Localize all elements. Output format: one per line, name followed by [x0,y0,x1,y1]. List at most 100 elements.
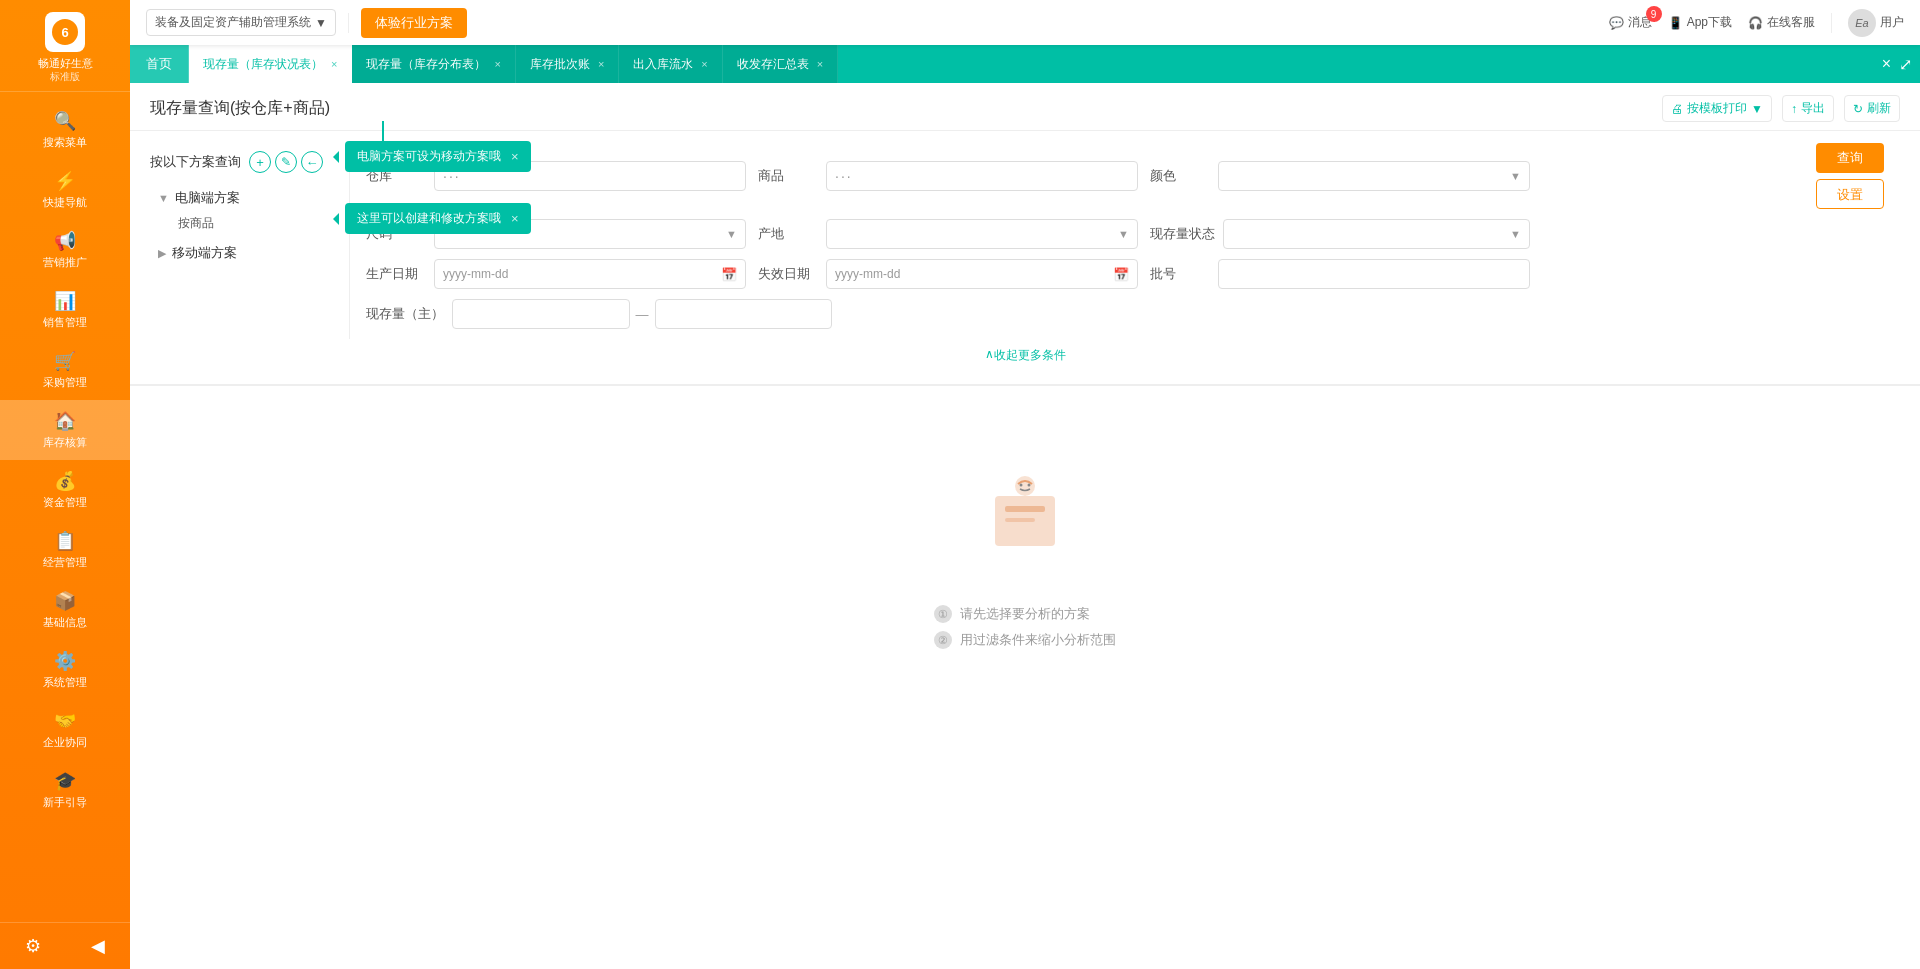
header-left: 装备及固定资产辅助管理系统 ▼ 体验行业方案 [146,8,467,38]
settings-icon[interactable]: ⚙ [25,935,41,957]
expiry-date-placeholder: yyyy-mm-dd [835,267,900,281]
app-download-button[interactable]: 📱 App下载 [1668,14,1732,31]
sidebar-menu: 🔍 搜索菜单 ⚡ 快捷导航 📢 营销推广 📊 销售管理 🛒 采购管理 🏠 库存核… [0,92,130,922]
printer-icon: 🖨 [1671,102,1683,116]
tab-home[interactable]: 首页 [130,45,189,83]
sidebar-item-guide[interactable]: 🎓 新手引导 [0,760,130,820]
expiry-date-input[interactable]: yyyy-mm-dd 📅 [826,259,1138,289]
goods-dots: ··· [835,168,853,184]
scheme-group-desktop-header[interactable]: ▼ 电脑端方案 [150,185,349,211]
goods-input[interactable]: ··· [826,161,1138,191]
svg-point-6 [1020,484,1023,487]
color-select[interactable]: ▼ [1218,161,1530,191]
tab-inventory-status[interactable]: 现存量（库存状况表） × [189,45,352,83]
online-service-button[interactable]: 🎧 在线客服 [1748,14,1815,31]
color-label: 颜色 [1150,167,1210,185]
sidebar-item-sales[interactable]: 📊 销售管理 [0,280,130,340]
production-date-input[interactable]: yyyy-mm-dd 📅 [434,259,746,289]
message-icon: 💬 [1609,16,1624,30]
popover-desktop-close[interactable]: × [511,149,519,164]
user-area[interactable]: Ea 用户 [1848,9,1904,37]
vertical-line [382,121,384,141]
sidebar-item-purchase[interactable]: 🛒 采购管理 [0,340,130,400]
operations-icon: 📋 [54,530,76,552]
export-button[interactable]: ↑ 导出 [1782,95,1834,122]
sidebar-item-enterprise[interactable]: 🤝 企业协同 [0,700,130,760]
filter-row-1: 仓库 ··· 商品 ··· 颜色 [366,143,1884,209]
reset-button[interactable]: 设置 [1816,179,1884,209]
current-inventory-field: 现存量（主） — [366,299,866,329]
tab-close-all-icon[interactable]: × [1882,55,1891,73]
inventory-range-from[interactable] [452,299,630,329]
inventory-range-to[interactable] [655,299,833,329]
system-name-dropdown[interactable]: 装备及固定资产辅助管理系统 ▼ [146,9,336,36]
svg-point-5 [1015,476,1035,496]
goods-label: 商品 [758,167,818,185]
add-scheme-button[interactable]: + [249,151,271,173]
scheme-group-mobile-header[interactable]: ▶ 移动端方案 [150,240,349,266]
trial-button[interactable]: 体验行业方案 [361,8,467,38]
sidebar-item-operations[interactable]: 📋 经营管理 [0,520,130,580]
popover-create-close[interactable]: × [511,211,519,226]
sidebar-logo: 6 畅通好生意 标准版 [0,0,130,92]
divider [348,13,349,33]
origin-select[interactable]: ▼ [826,219,1138,249]
sidebar-item-system[interactable]: ⚙️ 系统管理 [0,640,130,700]
sidebar: 6 畅通好生意 标准版 🔍 搜索菜单 ⚡ 快捷导航 📢 营销推广 📊 销售管理 … [0,0,130,969]
tab-batch-account[interactable]: 库存批次账 × [516,45,619,83]
collapse-bar[interactable]: ∧ 收起更多条件 [150,339,1900,372]
tab-close-recv-send-summary[interactable]: × [817,58,823,70]
headset-icon: 🎧 [1748,16,1763,30]
tab-inventory-dist[interactable]: 现存量（库存分布表） × [352,45,515,83]
tab-close-inventory-dist[interactable]: × [494,58,500,70]
filter-header: 按以下方案查询 + ✎ ← [150,151,349,173]
empty-step-2: ② 用过滤条件来缩小分析范围 [934,631,1116,649]
inventory-status-select[interactable]: ▼ [1223,219,1530,249]
collapse-sidebar-icon[interactable]: ◀ [91,935,105,957]
tab-close-batch-account[interactable]: × [598,58,604,70]
query-button[interactable]: 查询 [1816,143,1884,173]
sidebar-item-basic[interactable]: 📦 基础信息 [0,580,130,640]
scheme-group-mobile-label: 移动端方案 [172,244,237,262]
page-title: 现存量查询(按仓库+商品) [150,98,330,119]
sidebar-item-inventory[interactable]: 🏠 库存核算 [0,400,130,460]
svg-rect-4 [1005,518,1035,522]
chevron-right-icon: ▶ [158,247,166,260]
dot-indicator-line [378,121,388,151]
dropdown-arrow-icon: ▼ [315,16,327,30]
empty-illustration [975,466,1075,585]
edit-scheme-button[interactable]: ✎ [275,151,297,173]
sidebar-bottom: ⚙ ◀ [0,922,130,969]
refresh-button[interactable]: ↻ 刷新 [1844,95,1900,122]
batch-no-field: 批号 [1150,259,1530,289]
back-arrow-button[interactable]: ← [301,151,323,173]
print-arrow-icon: ▼ [1751,102,1763,116]
sidebar-item-finance[interactable]: 💰 资金管理 [0,460,130,520]
message-button[interactable]: 💬 9 消息 [1609,14,1652,31]
print-template-button[interactable]: 🖨 按模板打印 ▼ [1662,95,1772,122]
tab-recv-send-summary[interactable]: 收发存汇总表 × [723,45,838,83]
step-1-text: 请先选择要分析的方案 [960,605,1090,623]
goods-field: 商品 ··· [758,161,1138,191]
step-1-num: ① [934,605,952,623]
scheme-panel: 按以下方案查询 + ✎ ← ▼ 电脑端方案 [150,143,350,339]
divider2 [1831,13,1832,33]
finance-icon: 💰 [54,470,76,492]
sidebar-item-search[interactable]: 🔍 搜索菜单 [0,100,130,160]
sidebar-item-quicknav[interactable]: ⚡ 快捷导航 [0,160,130,220]
svg-point-7 [1028,484,1031,487]
inventory-icon: 🏠 [54,410,76,432]
tab-in-out-flow[interactable]: 出入库流水 × [619,45,722,83]
tab-expand-icon[interactable]: ⤢ [1899,55,1912,74]
step-2-num: ② [934,631,952,649]
filter-layout: 按以下方案查询 + ✎ ← ▼ 电脑端方案 [150,143,1900,339]
scheme-item-goods[interactable]: 按商品 [150,211,349,236]
chevron-down-icon: ▼ [158,192,169,204]
batch-no-input[interactable] [1218,259,1530,289]
tab-close-inventory-status[interactable]: × [331,58,337,70]
tab-bar-right: × ⤢ [1882,55,1920,74]
sidebar-item-marketing[interactable]: 📢 营销推广 [0,220,130,280]
header-right: 💬 9 消息 📱 App下载 🎧 在线客服 Ea 用户 [1609,9,1904,37]
tab-close-in-out-flow[interactable]: × [701,58,707,70]
scheme-item-goods-label: 按商品 [178,215,214,232]
